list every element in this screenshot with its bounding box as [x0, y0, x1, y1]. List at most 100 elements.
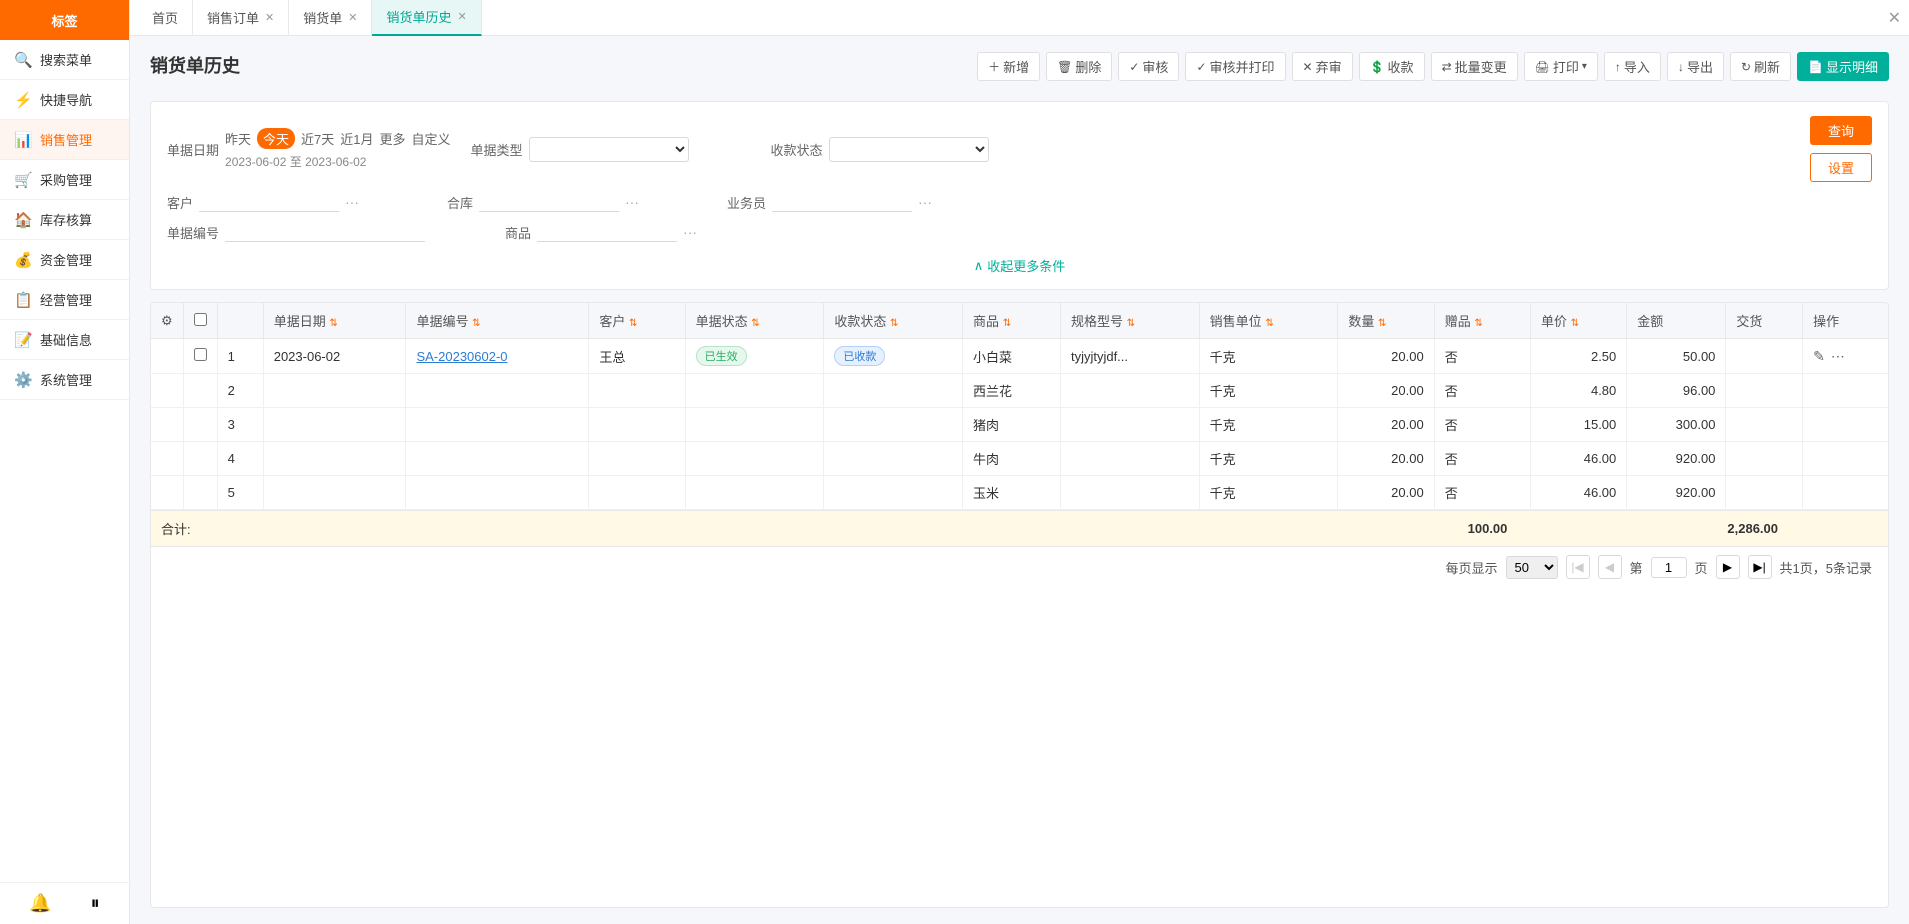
abandon-button[interactable]: ✕ 弃审 [1292, 52, 1353, 81]
shortcut-custom[interactable]: 自定义 [412, 129, 451, 148]
audit-button[interactable]: ✓ 审核 [1118, 52, 1179, 81]
shortcut-yesterday[interactable]: 昨天 [225, 129, 251, 148]
customer-dots[interactable]: ··· [345, 194, 359, 210]
tab-sales-goods-close[interactable]: ✕ [348, 11, 357, 24]
td-checkbox [183, 374, 217, 408]
td-gift: 否 [1434, 476, 1530, 510]
sidebar-item-sales-mgmt[interactable]: 📊 销售管理 [0, 120, 129, 160]
query-button[interactable]: 查询 [1810, 116, 1872, 145]
batch-change-button[interactable]: ⇄ 批量变更 [1431, 52, 1518, 81]
doc-no-input[interactable] [225, 222, 425, 242]
filter-doc-no: 单据编号 [167, 222, 425, 242]
sort-doc-date[interactable]: ⇅ [329, 318, 337, 329]
td-doc-no [406, 374, 589, 408]
sidebar-item-inventory[interactable]: 🏠 库存核算 [0, 200, 129, 240]
sidebar-brand: 标签 [0, 0, 129, 40]
goods-dots[interactable]: ··· [683, 224, 697, 240]
td-customer [589, 374, 685, 408]
sidebar-item-purchase-mgmt[interactable]: 🛒 采购管理 [0, 160, 129, 200]
window-close-button[interactable]: ✕ [1888, 8, 1901, 28]
tab-sales-goods[interactable]: 销货单 ✕ [289, 0, 372, 36]
sort-qty[interactable]: ⇅ [1378, 318, 1386, 329]
sort-price[interactable]: ⇅ [1571, 318, 1579, 329]
sort-collect-status[interactable]: ⇅ [890, 318, 898, 329]
agent-dots[interactable]: ··· [918, 194, 932, 210]
tab-home[interactable]: 首页 [138, 0, 193, 36]
shortcut-more[interactable]: 更多 [380, 129, 406, 148]
sort-doc-status[interactable]: ⇅ [751, 318, 759, 329]
agent-input[interactable] [772, 192, 912, 212]
refresh-button[interactable]: ↻ 刷新 [1730, 52, 1791, 81]
doc-icon: 📝 [14, 331, 32, 349]
filter-agent: 业务员 ··· [727, 192, 932, 212]
sidebar-item-finance[interactable]: 💰 资金管理 [0, 240, 129, 280]
import-button[interactable]: ↑ 导入 [1604, 52, 1661, 81]
td-doc-date [263, 476, 406, 510]
td-row-no: 1 [217, 339, 263, 374]
td-unit: 千克 [1199, 408, 1338, 442]
sidebar-item-search-menu[interactable]: 🔍 搜索菜单 [0, 40, 129, 80]
batch-change-icon: ⇄ [1442, 60, 1452, 74]
gear-column-header[interactable]: ⚙ [151, 303, 183, 339]
tab-sales-order[interactable]: 销售订单 ✕ [193, 0, 289, 36]
page-input[interactable] [1651, 557, 1687, 578]
audit-icon: ✓ [1129, 60, 1139, 74]
td-gift: 否 [1434, 442, 1530, 476]
shortcut-7days[interactable]: 近7天 [301, 129, 334, 148]
doc-type-select[interactable] [529, 137, 689, 162]
th-collect-status: 收款状态 ⇅ [824, 303, 963, 339]
sidebar-item-sys-mgmt[interactable]: ⚙️ 系统管理 [0, 360, 129, 400]
doc-no-link[interactable]: SA-20230602-0 [416, 349, 507, 364]
td-qty: 20.00 [1338, 442, 1434, 476]
sidebar-footer: 🔔 ⏸ [0, 882, 129, 924]
last-page-btn[interactable]: ▶| [1748, 555, 1772, 579]
td-unit: 千克 [1199, 442, 1338, 476]
td-amount: 96.00 [1627, 374, 1726, 408]
first-page-btn[interactable]: |◀ [1566, 555, 1590, 579]
print-button[interactable]: 🖨 打印 ▾ [1524, 52, 1598, 81]
shortcut-today[interactable]: 今天 [257, 128, 295, 149]
sidebar-item-base-info[interactable]: 📝 基础信息 [0, 320, 129, 360]
tab-sales-goods-history[interactable]: 销货单历史 ✕ [372, 0, 481, 36]
tab-sales-goods-history-close[interactable]: ✕ [458, 10, 467, 23]
customer-input[interactable] [199, 192, 339, 212]
shortcut-1month[interactable]: 近1月 [340, 129, 373, 148]
sidebar-footer-icon2[interactable]: ⏸ [91, 893, 100, 914]
row-checkbox[interactable] [194, 348, 207, 361]
sort-goods[interactable]: ⇅ [1003, 318, 1011, 329]
setting-button[interactable]: 设置 [1810, 153, 1872, 182]
goods-input[interactable] [537, 222, 677, 242]
next-page-btn[interactable]: ▶ [1716, 555, 1740, 579]
sort-gift[interactable]: ⇅ [1474, 318, 1482, 329]
warehouse-dots[interactable]: ··· [625, 194, 639, 210]
audit-print-button[interactable]: ✓ 审核并打印 [1185, 52, 1285, 81]
warehouse-input[interactable] [479, 192, 619, 212]
show-detail-button[interactable]: 📄 显示明细 [1797, 52, 1889, 81]
td-collect-status [824, 408, 963, 442]
collect-status-badge: 已收款 [834, 346, 885, 366]
collect-status-select[interactable] [829, 137, 989, 162]
sidebar-item-quick-nav[interactable]: ⚡ 快捷导航 [0, 80, 129, 120]
export-button[interactable]: ↓ 导出 [1667, 52, 1724, 81]
td-goods: 牛肉 [963, 442, 1061, 476]
tab-sales-order-close[interactable]: ✕ [265, 11, 274, 24]
th-row-no [217, 303, 263, 339]
sort-customer[interactable]: ⇅ [629, 318, 637, 329]
sidebar-footer-icon1[interactable]: 🔔 [29, 893, 51, 914]
collect-button[interactable]: 💲 收款 [1359, 52, 1425, 81]
add-button[interactable]: ＋ 新增 [977, 52, 1040, 81]
edit-action[interactable]: ✎ [1813, 348, 1825, 365]
td-doc-no [406, 476, 589, 510]
collapse-button[interactable]: ∧ 收起更多条件 [974, 256, 1066, 275]
sort-unit[interactable]: ⇅ [1265, 318, 1273, 329]
sort-doc-no[interactable]: ⇅ [472, 318, 480, 329]
more-action[interactable]: ⋯ [1831, 348, 1845, 365]
prev-page-btn[interactable]: ◀ [1598, 555, 1622, 579]
sidebar-item-operations[interactable]: 📋 经营管理 [0, 280, 129, 320]
per-page-select[interactable]: 50 100 200 [1506, 556, 1558, 579]
delete-button[interactable]: 🗑 删除 [1046, 52, 1112, 81]
sort-spec[interactable]: ⇅ [1127, 318, 1135, 329]
td-goods: 玉米 [963, 476, 1061, 510]
th-qty: 数量 ⇅ [1338, 303, 1434, 339]
select-all-checkbox[interactable] [194, 313, 207, 326]
